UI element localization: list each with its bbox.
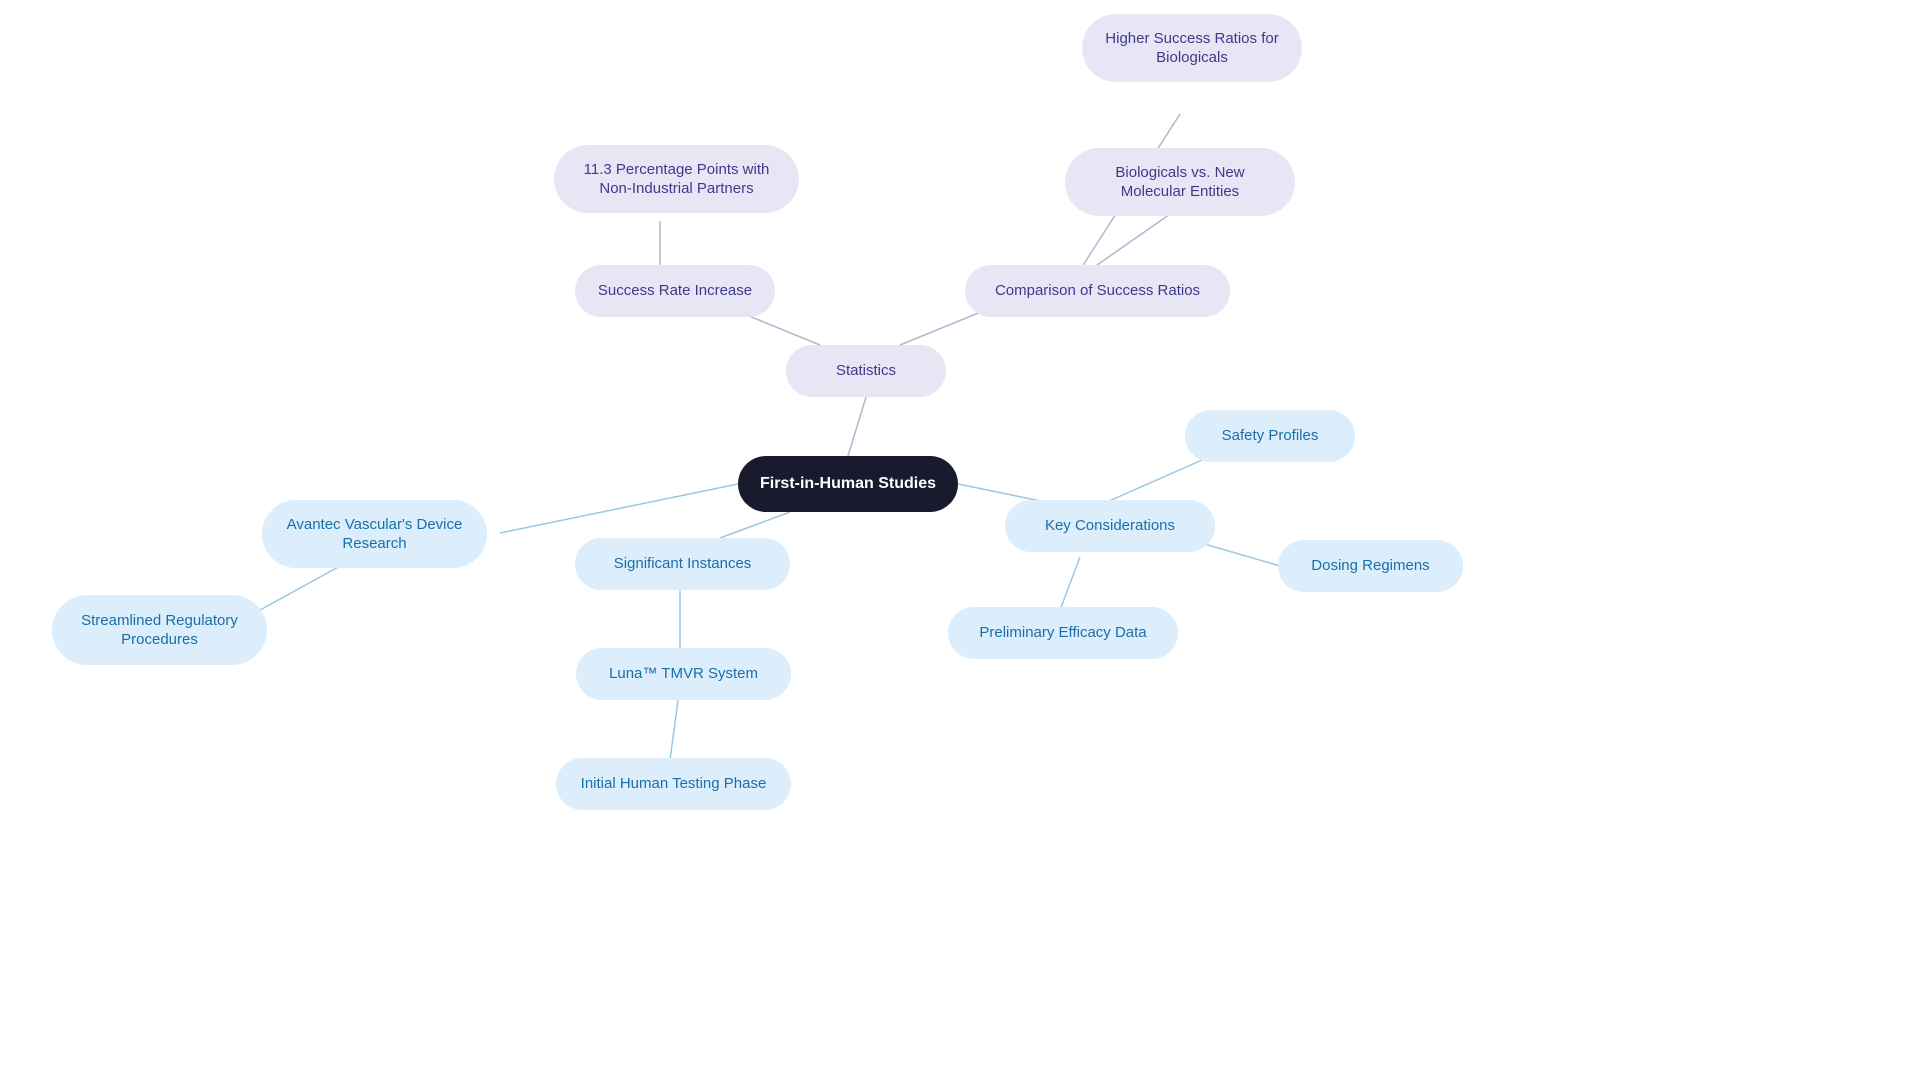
- dosing-regimens-node[interactable]: Dosing Regimens: [1278, 540, 1463, 592]
- safety-profiles-node[interactable]: Safety Profiles: [1185, 410, 1355, 462]
- significant-instances-node[interactable]: Significant Instances: [575, 538, 790, 590]
- biologicals-vs-node[interactable]: Biologicals vs. New Molecular Entities: [1065, 148, 1295, 216]
- streamlined-node[interactable]: Streamlined Regulatory Procedures: [52, 595, 267, 665]
- higher-success-node[interactable]: Higher Success Ratios for Biologicals: [1082, 14, 1302, 82]
- comparison-node[interactable]: Comparison of Success Ratios: [965, 265, 1230, 317]
- center-node[interactable]: First-in-Human Studies: [738, 456, 958, 512]
- success-rate-node[interactable]: Success Rate Increase: [575, 265, 775, 317]
- percentage-points-node[interactable]: 11.3 Percentage Points with Non-Industri…: [554, 145, 799, 213]
- avantec-node[interactable]: Avantec Vascular's Device Research: [262, 500, 487, 568]
- statistics-node[interactable]: Statistics: [786, 345, 946, 397]
- initial-human-node[interactable]: Initial Human Testing Phase: [556, 758, 791, 810]
- preliminary-efficacy-node[interactable]: Preliminary Efficacy Data: [948, 607, 1178, 659]
- key-considerations-node[interactable]: Key Considerations: [1005, 500, 1215, 552]
- luna-tmvr-node[interactable]: Luna™ TMVR System: [576, 648, 791, 700]
